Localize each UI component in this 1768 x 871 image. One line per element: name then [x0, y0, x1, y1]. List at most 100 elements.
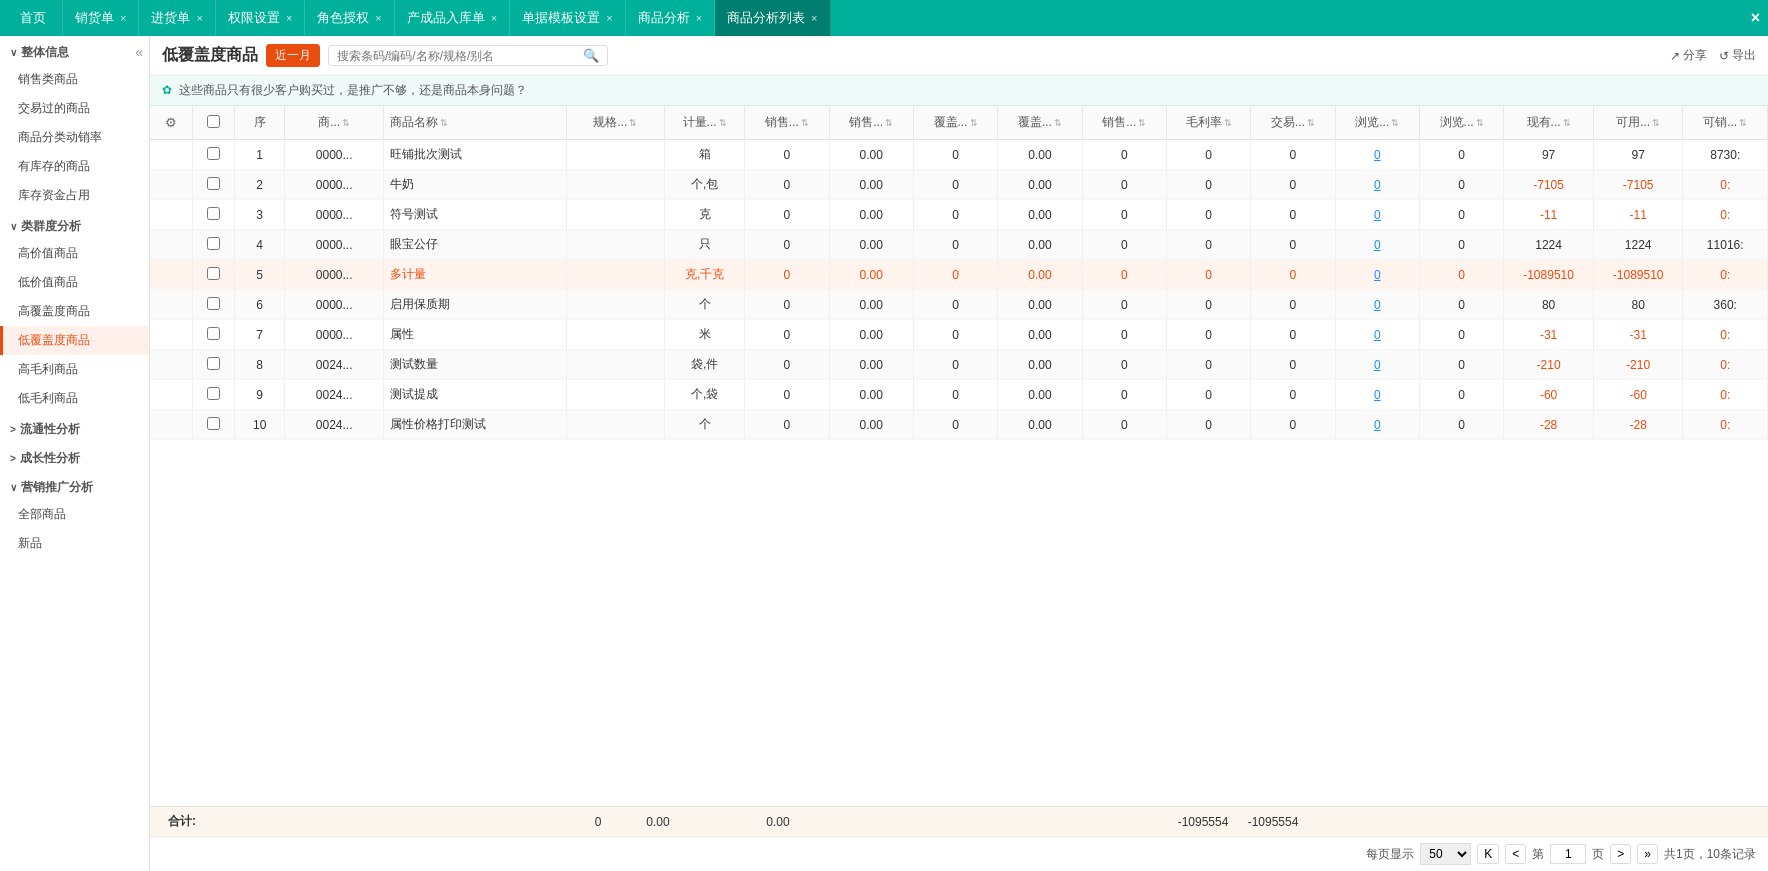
- sidebar-item-high-margin[interactable]: 高毛利商品: [0, 355, 149, 384]
- close-icon[interactable]: ×: [286, 12, 292, 24]
- sidebar-item-all-goods[interactable]: 全部商品: [0, 500, 149, 529]
- sidebar-item-category-turnover[interactable]: 商品分类动销率: [0, 123, 149, 152]
- row-checkbox-input[interactable]: [207, 417, 220, 430]
- nav-tab-purchase[interactable]: 进货单 ×: [139, 0, 215, 36]
- row-view1[interactable]: 0: [1335, 290, 1419, 320]
- row-checkbox[interactable]: [192, 230, 234, 260]
- th-view1[interactable]: 浏览...⇅: [1335, 106, 1419, 140]
- th-code[interactable]: 商...⇅: [285, 106, 383, 140]
- row-checkbox[interactable]: [192, 200, 234, 230]
- row-view1[interactable]: 0: [1335, 260, 1419, 290]
- sidebar-item-sales-goods[interactable]: 销售类商品: [0, 65, 149, 94]
- row-name[interactable]: 测试提成: [383, 380, 566, 410]
- page-number-input[interactable]: [1550, 844, 1586, 864]
- close-icon[interactable]: ×: [811, 12, 817, 24]
- sidebar-collapse-button[interactable]: «: [135, 44, 143, 60]
- nav-tab-product-analysis-list[interactable]: 商品分析列表 ×: [715, 0, 830, 36]
- sidebar-section-liquidity[interactable]: > 流通性分析: [0, 413, 149, 442]
- next-page-button[interactable]: >: [1610, 844, 1631, 864]
- share-button[interactable]: ↗ 分享: [1670, 47, 1707, 64]
- row-checkbox[interactable]: [192, 170, 234, 200]
- sidebar-item-low-value[interactable]: 低价值商品: [0, 268, 149, 297]
- filter-recent-month-button[interactable]: 近一月: [266, 44, 320, 67]
- th-cover1[interactable]: 覆盖...⇅: [913, 106, 997, 140]
- th-index[interactable]: 序: [234, 106, 285, 140]
- row-checkbox-input[interactable]: [207, 387, 220, 400]
- row-checkbox[interactable]: [192, 410, 234, 440]
- close-icon[interactable]: ×: [196, 12, 202, 24]
- th-saleable[interactable]: 可销...⇅: [1683, 106, 1768, 140]
- sidebar-item-high-coverage[interactable]: 高覆盖度商品: [0, 297, 149, 326]
- close-icon[interactable]: ×: [696, 12, 702, 24]
- row-checkbox-input[interactable]: [207, 177, 220, 190]
- sidebar-section-group-analysis[interactable]: ∨ 类群度分析: [0, 210, 149, 239]
- row-view1[interactable]: 0: [1335, 410, 1419, 440]
- prev-page-button[interactable]: <: [1505, 844, 1526, 864]
- sidebar-section-growth[interactable]: > 成长性分析: [0, 442, 149, 471]
- row-checkbox[interactable]: [192, 350, 234, 380]
- row-view1[interactable]: 0: [1335, 230, 1419, 260]
- nav-tab-roles[interactable]: 角色授权 ×: [305, 0, 394, 36]
- row-checkbox[interactable]: [192, 140, 234, 170]
- nav-tab-finished-goods[interactable]: 产成品入库单 ×: [395, 0, 510, 36]
- nav-tab-permissions[interactable]: 权限设置 ×: [216, 0, 305, 36]
- sidebar-item-inventory-capital[interactable]: 库存资金占用: [0, 181, 149, 210]
- th-available[interactable]: 可用...⇅: [1593, 106, 1683, 140]
- row-checkbox[interactable]: [192, 320, 234, 350]
- row-view1[interactable]: 0: [1335, 140, 1419, 170]
- row-name[interactable]: 牛奶: [383, 170, 566, 200]
- row-view1[interactable]: 0: [1335, 380, 1419, 410]
- select-all-checkbox[interactable]: [207, 115, 220, 128]
- th-trade[interactable]: 交易...⇅: [1251, 106, 1335, 140]
- row-name[interactable]: 旺铺批次测试: [383, 140, 566, 170]
- row-checkbox-input[interactable]: [207, 267, 220, 280]
- row-view1[interactable]: 0: [1335, 170, 1419, 200]
- row-name[interactable]: 眼宝公仔: [383, 230, 566, 260]
- sidebar-section-overall[interactable]: ∨ 整体信息: [0, 36, 149, 65]
- row-name[interactable]: 多计量: [383, 260, 566, 290]
- sidebar-section-marketing[interactable]: ∨ 营销推广分析: [0, 471, 149, 500]
- th-gear[interactable]: ⚙: [150, 106, 192, 140]
- close-icon[interactable]: ×: [606, 12, 612, 24]
- row-checkbox-input[interactable]: [207, 297, 220, 310]
- close-icon[interactable]: ×: [120, 12, 126, 24]
- th-spec[interactable]: 规格...⇅: [566, 106, 664, 140]
- first-page-button[interactable]: K: [1477, 844, 1499, 864]
- row-checkbox-input[interactable]: [207, 147, 220, 160]
- row-view1[interactable]: 0: [1335, 320, 1419, 350]
- sidebar-item-stocked-goods[interactable]: 有库存的商品: [0, 152, 149, 181]
- row-name[interactable]: 属性价格打印测试: [383, 410, 566, 440]
- sidebar-item-high-value[interactable]: 高价值商品: [0, 239, 149, 268]
- row-name[interactable]: 启用保质期: [383, 290, 566, 320]
- export-button[interactable]: ↺ 导出: [1719, 47, 1756, 64]
- th-name[interactable]: 商品名称⇅: [383, 106, 566, 140]
- sidebar-item-low-margin[interactable]: 低毛利商品: [0, 384, 149, 413]
- row-name[interactable]: 属性: [383, 320, 566, 350]
- row-name[interactable]: 符号测试: [383, 200, 566, 230]
- th-unit[interactable]: 计量...⇅: [665, 106, 745, 140]
- nav-tab-template-settings[interactable]: 单据模板设置 ×: [510, 0, 625, 36]
- nav-tab-sales[interactable]: 销货单 ×: [63, 0, 139, 36]
- nav-tab-product-analysis[interactable]: 商品分析 ×: [626, 0, 715, 36]
- close-icon[interactable]: ×: [375, 12, 381, 24]
- row-view1[interactable]: 0: [1335, 350, 1419, 380]
- th-gross[interactable]: 毛利率⇅: [1166, 106, 1250, 140]
- row-name[interactable]: 测试数量: [383, 350, 566, 380]
- th-current[interactable]: 现有...⇅: [1504, 106, 1594, 140]
- per-page-select[interactable]: 50 100 200: [1420, 843, 1471, 865]
- th-view2[interactable]: 浏览...⇅: [1419, 106, 1503, 140]
- close-icon[interactable]: ×: [491, 12, 497, 24]
- row-checkbox-input[interactable]: [207, 357, 220, 370]
- th-sales-qty[interactable]: 销售...⇅: [745, 106, 829, 140]
- th-sales-amt[interactable]: 销售...⇅: [829, 106, 913, 140]
- close-all-button[interactable]: ×: [1751, 9, 1760, 27]
- row-checkbox[interactable]: [192, 260, 234, 290]
- gear-icon[interactable]: ⚙: [165, 115, 177, 130]
- last-page-button[interactable]: »: [1637, 844, 1658, 864]
- row-checkbox-input[interactable]: [207, 207, 220, 220]
- row-view1[interactable]: 0: [1335, 200, 1419, 230]
- row-checkbox[interactable]: [192, 380, 234, 410]
- nav-tab-home[interactable]: 首页: [4, 0, 63, 36]
- sidebar-item-low-coverage[interactable]: 低覆盖度商品: [0, 326, 149, 355]
- row-checkbox[interactable]: [192, 290, 234, 320]
